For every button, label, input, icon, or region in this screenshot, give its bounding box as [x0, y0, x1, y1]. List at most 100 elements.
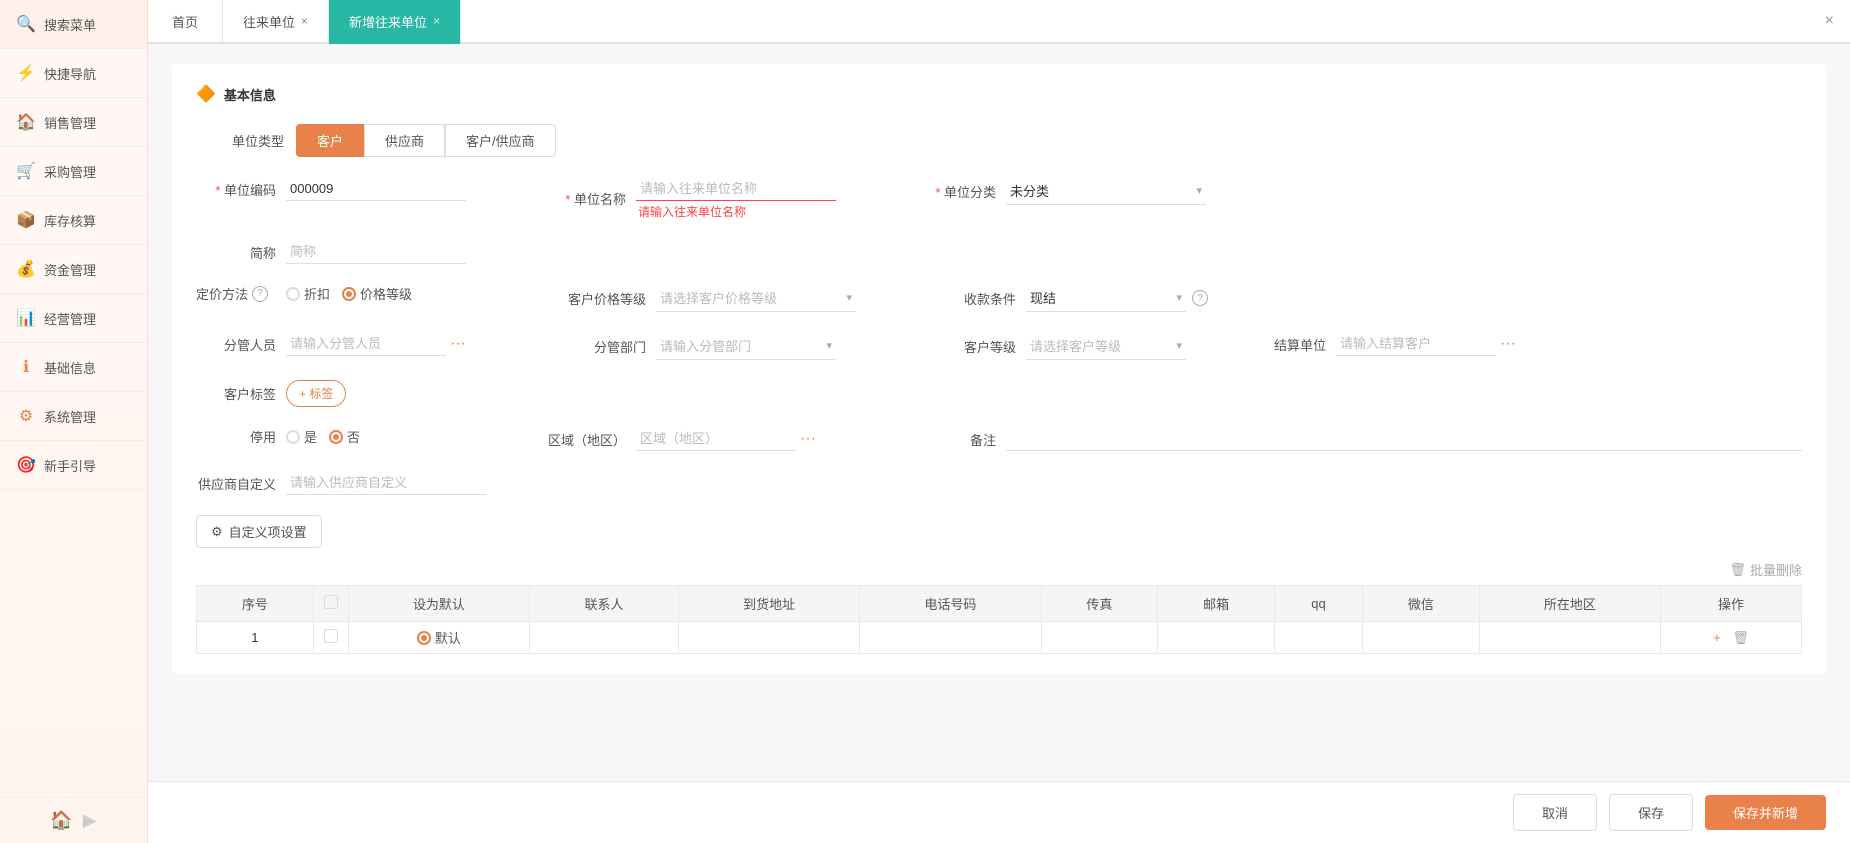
col-email: 邮箱 [1158, 586, 1275, 622]
tab-bar: 首页 往来单位 × 新增往来单位 × × [148, 0, 1850, 44]
basic-info-card: 🔶 基本信息 单位类型 客户 供应商 客户/供应商 单位编码 [172, 64, 1826, 674]
unit-type-customer-button[interactable]: 客户 [296, 124, 364, 157]
cell-contact [530, 622, 679, 654]
col-wechat: 微信 [1363, 586, 1480, 622]
region-label: 区域（地区） [546, 430, 636, 449]
cell-region [1479, 622, 1660, 654]
tab-contact-list-close[interactable]: × [301, 14, 308, 28]
payment-terms-help-icon[interactable]: ? [1192, 290, 1208, 306]
add-tag-button[interactable]: + 标签 [286, 380, 346, 407]
pricing-method-help-icon[interactable]: ? [252, 286, 268, 302]
col-seq: 序号 [197, 586, 314, 622]
customer-level-field: 客户等级 请选择客户等级 ▾ [936, 332, 1216, 360]
default-radio[interactable]: 默认 [359, 628, 519, 647]
pricing-discount-radio[interactable]: 折扣 [286, 284, 330, 303]
gear-icon: ⚙ [211, 524, 223, 540]
customer-level-placeholder: 请选择客户等级 [1030, 336, 1176, 355]
settlement-unit-more-button[interactable]: ··· [1496, 336, 1520, 352]
unit-name-input[interactable] [636, 177, 836, 201]
supplier-custom-input[interactable] [286, 471, 486, 495]
batch-delete-button[interactable]: 🗑 批量删除 [196, 560, 1802, 579]
pricing-level-radio[interactable]: 价格等级 [342, 284, 412, 303]
row-checkbox[interactable] [324, 629, 338, 643]
region-more-button[interactable]: ··· [796, 431, 820, 447]
unit-code-field: 单位编码 [196, 177, 516, 201]
tab-new-contact[interactable]: 新增往来单位 × [329, 0, 461, 42]
cell-seq: 1 [197, 622, 314, 654]
close-all-tabs-button[interactable]: × [1809, 12, 1850, 30]
tab-new-contact-close[interactable]: × [433, 14, 440, 28]
sidebar-item-search[interactable]: 🔍 搜索菜单 [0, 0, 147, 49]
unit-category-select[interactable]: 未分类 ▾ [1006, 177, 1206, 205]
unit-type-supplier-button[interactable]: 供应商 [364, 124, 445, 157]
customer-level-select[interactable]: 请选择客户等级 ▾ [1026, 332, 1186, 360]
tab-home[interactable]: 首页 [148, 0, 223, 42]
payment-terms-chevron: ▾ [1176, 291, 1182, 304]
settlement-unit-label: 结算单位 [1246, 335, 1336, 354]
unit-type-row: 单位类型 客户 供应商 客户/供应商 [196, 124, 1802, 157]
sidebar-item-label: 新手引导 [44, 456, 96, 475]
note-input[interactable] [1006, 427, 1802, 451]
disabled-yes-radio[interactable]: 是 [286, 427, 317, 446]
customer-level-chevron: ▾ [1176, 339, 1182, 352]
col-checkbox [313, 586, 348, 622]
supplier-custom-label: 供应商自定义 [196, 474, 286, 493]
sidebar-item-operations[interactable]: 📊 经营管理 [0, 294, 147, 343]
unit-name-field: 单位名称 请输入往来单位名称 [546, 177, 886, 220]
sidebar-item-system[interactable]: ⚙ 系统管理 [0, 392, 147, 441]
cell-phone [860, 622, 1041, 654]
unit-type-both-button[interactable]: 客户/供应商 [445, 124, 556, 157]
department-chevron: ▾ [826, 339, 832, 352]
unit-code-input[interactable] [286, 177, 466, 201]
save-button[interactable]: 保存 [1609, 794, 1693, 831]
manager-input[interactable] [286, 332, 446, 356]
department-label: 分管部门 [566, 337, 656, 356]
customer-price-level-label: 客户价格等级 [566, 289, 656, 308]
cell-operation: + 🗑 [1661, 622, 1802, 654]
payment-terms-select[interactable]: 现结 ▾ [1026, 284, 1186, 312]
form-row-6: 停用 是 否 区域（地区） [196, 427, 1802, 451]
sidebar-item-purchase[interactable]: 🛒 采购管理 [0, 147, 147, 196]
sidebar-item-sales[interactable]: 🏠 销售管理 [0, 98, 147, 147]
department-select[interactable]: 请输入分管部门 ▾ [656, 332, 836, 360]
short-name-label: 简称 [196, 243, 286, 262]
short-name-field: 简称 [196, 240, 516, 264]
sidebar-home-icon[interactable]: 🏠 [50, 810, 72, 831]
save-new-button[interactable]: 保存并新增 [1705, 795, 1826, 830]
sidebar-item-finance[interactable]: 💰 资金管理 [0, 245, 147, 294]
table-header-row: 序号 设为默认 联系人 到货地址 电话号码 传真 邮箱 qq 微信 所在地区 操… [197, 586, 1802, 622]
short-name-input[interactable] [286, 240, 466, 264]
disabled-field: 停用 是 否 [196, 427, 516, 446]
sidebar-item-inventory[interactable]: 📦 库存核算 [0, 196, 147, 245]
sidebar: 🔍 搜索菜单 ⚡ 快捷导航 🏠 销售管理 🛒 采购管理 📦 库存核算 💰 资金管… [0, 0, 148, 843]
tab-new-contact-label: 新增往来单位 [349, 12, 427, 31]
add-row-button[interactable]: + [1713, 630, 1721, 645]
customer-price-level-chevron: ▾ [846, 291, 852, 304]
col-operation: 操作 [1661, 586, 1802, 622]
customer-tag-field: 客户标签 + 标签 [196, 380, 516, 407]
cell-fax [1041, 622, 1158, 654]
sidebar-item-basic-info[interactable]: ℹ 基础信息 [0, 343, 147, 392]
disabled-no-radio[interactable]: 否 [329, 427, 360, 446]
customer-price-level-field: 客户价格等级 请选择客户价格等级 ▾ [566, 284, 906, 312]
custom-settings-button[interactable]: ⚙ 自定义项设置 [196, 515, 322, 548]
unit-name-error: 请输入往来单位名称 [638, 203, 886, 220]
cancel-button[interactable]: 取消 [1513, 794, 1597, 831]
customer-price-level-select[interactable]: 请选择客户价格等级 ▾ [656, 284, 856, 312]
tab-contact-list[interactable]: 往来单位 × [223, 0, 329, 42]
sidebar-item-quicknav[interactable]: ⚡ 快捷导航 [0, 49, 147, 98]
customer-level-label: 客户等级 [936, 337, 1026, 356]
sidebar-expand-icon[interactable]: ▶ [83, 810, 97, 831]
col-region: 所在地区 [1479, 586, 1660, 622]
sidebar-item-label: 基础信息 [44, 358, 96, 377]
manager-more-button[interactable]: ··· [446, 336, 470, 352]
settlement-unit-input[interactable] [1336, 332, 1496, 356]
sidebar-item-label: 销售管理 [44, 113, 96, 132]
pricing-discount-label: 折扣 [304, 284, 330, 303]
region-input[interactable] [636, 427, 796, 451]
disabled-no-label: 否 [347, 427, 360, 446]
delete-row-button[interactable]: 🗑 [1732, 630, 1749, 645]
sidebar-item-label: 搜索菜单 [44, 15, 96, 34]
sidebar-item-beginner[interactable]: 🎯 新手引导 [0, 441, 147, 490]
header-checkbox[interactable] [324, 595, 338, 609]
